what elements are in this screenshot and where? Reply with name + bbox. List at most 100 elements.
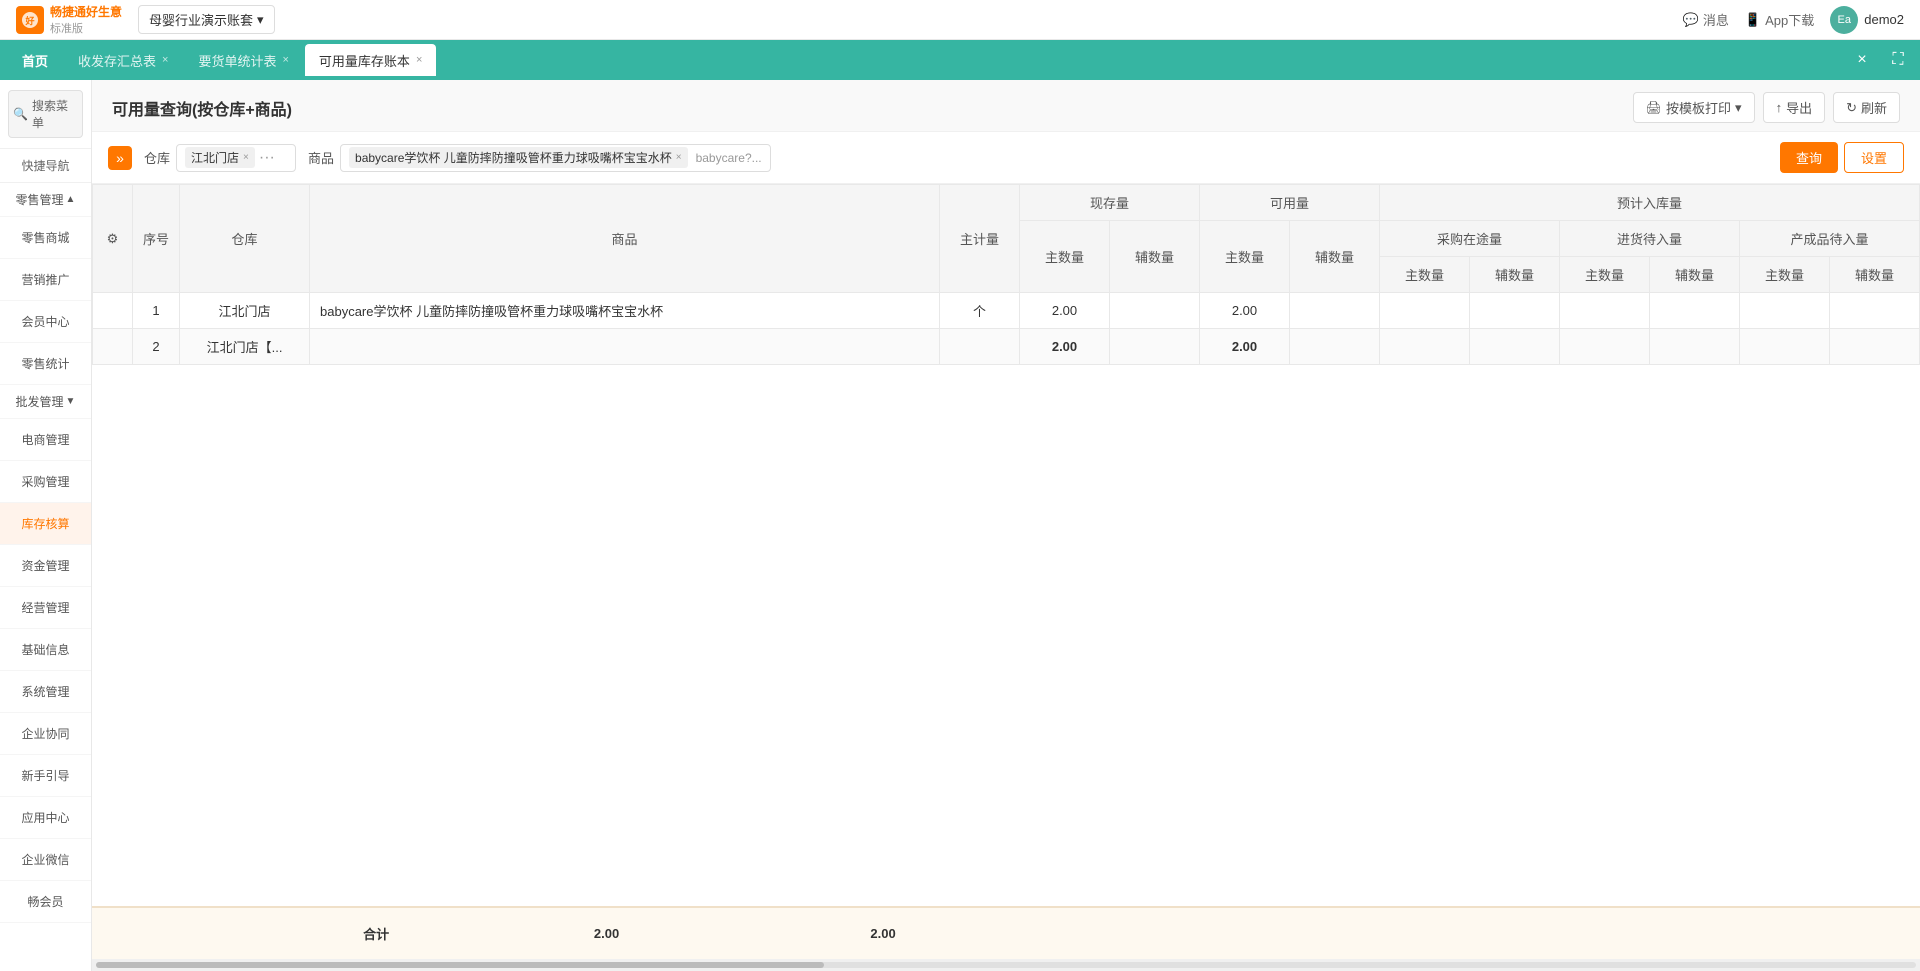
td-products-main-1: [1740, 293, 1830, 329]
page-container: 可用量查询(按仓库+商品) 🖨 按模板打印 ▾ ↑ 导出 ↻ 刷新: [92, 80, 1920, 971]
message-button[interactable]: 💬 消息: [1683, 10, 1729, 29]
close-window-button[interactable]: ×: [1848, 46, 1876, 74]
tab-available-close[interactable]: ×: [416, 54, 422, 66]
sidebar-item-retail-stats[interactable]: 零售统计: [0, 343, 91, 385]
sidebar-item-enterprise[interactable]: 企业协同: [0, 713, 91, 755]
footer-empty-1: [92, 916, 153, 951]
user-menu[interactable]: Ea demo2: [1830, 6, 1904, 34]
maximize-window-button[interactable]: ⛶: [1884, 46, 1912, 74]
tab-receive-send[interactable]: 收发存汇总表 ×: [64, 44, 182, 76]
th-settings[interactable]: ⚙: [93, 185, 133, 293]
filter-bar: » 仓库 江北门店 × ··· 商品: [92, 132, 1920, 184]
warehouse-input[interactable]: 江北门店 × ···: [176, 144, 296, 172]
main-layout: 🔍 搜索菜单 快捷导航 零售管理 ▲ 零售商城 营销推广 会员中心 零售统计 批…: [0, 80, 1920, 971]
td-available-main-1: 2.00: [1200, 293, 1290, 329]
sidebar-item-app-center[interactable]: 应用中心: [0, 797, 91, 839]
footer-available-main-total: 2.00: [814, 916, 952, 951]
td-incoming-main-1: [1560, 293, 1650, 329]
td-warehouse-2: 江北门店【...: [180, 329, 310, 365]
sidebar-item-wholesale-mgmt-label: 批发管理: [16, 393, 64, 410]
refresh-button[interactable]: ↻ 刷新: [1833, 92, 1900, 123]
th-product: 商品: [310, 185, 940, 293]
sidebar-item-wholesale-mgmt[interactable]: 批发管理 ▼: [0, 385, 91, 419]
sidebar-item-retail-mall-label: 零售商城: [21, 229, 69, 246]
th-products-aux: 辅数量: [1830, 257, 1920, 293]
top-bar-left: 好 畅捷通好生意 标准版 母婴行业演示账套 ▾: [16, 3, 275, 36]
sidebar-item-finance[interactable]: 资金管理: [0, 545, 91, 587]
td-purchase-main-1: [1380, 293, 1470, 329]
footer-current-main-total: 2.00: [537, 916, 675, 951]
print-template-button[interactable]: 🖨 按模板打印 ▾: [1633, 92, 1755, 123]
td-seq-2: 2: [133, 329, 180, 365]
scrollbar-thumb[interactable]: [96, 962, 824, 968]
sidebar-item-ecommerce[interactable]: 电商管理: [0, 419, 91, 461]
warehouse-tag-close[interactable]: ×: [243, 152, 249, 163]
sidebar-item-retail-mall[interactable]: 零售商城: [0, 217, 91, 259]
td-unit-1: 个: [940, 293, 1020, 329]
print-chevron-icon: ▾: [1735, 100, 1742, 116]
tab-demand[interactable]: 要货单统计表 ×: [184, 44, 302, 76]
avatar: Ea: [1830, 6, 1858, 34]
tab-demand-close[interactable]: ×: [282, 54, 288, 66]
product-tag-more: babycare?...: [696, 151, 762, 165]
td-products-main-2: [1740, 329, 1830, 365]
tab-receive-send-close[interactable]: ×: [162, 54, 168, 66]
sidebar-item-member[interactable]: 会员中心: [0, 301, 91, 343]
sidebar-item-vip[interactable]: 畅会员: [0, 881, 91, 923]
top-bar-right: 💬 消息 📱 App下载 Ea demo2: [1683, 6, 1904, 34]
sidebar-item-marketing[interactable]: 营销推广: [0, 259, 91, 301]
footer-empty-2: [153, 916, 214, 951]
td-purchase-main-2: [1380, 329, 1470, 365]
sidebar-item-base-info[interactable]: 基础信息: [0, 629, 91, 671]
th-available-main: 主数量: [1200, 221, 1290, 293]
sidebar-item-inventory[interactable]: 库存核算: [0, 503, 91, 545]
product-tag-1-close[interactable]: ×: [676, 152, 682, 163]
org-selector[interactable]: 母婴行业演示账套 ▾: [138, 5, 275, 34]
table-footer: 合计 2.00 2.00: [92, 906, 1920, 959]
sidebar-item-vip-label: 畅会员: [27, 893, 63, 910]
download-icon: 📱: [1745, 12, 1761, 28]
sidebar-item-retail-mgmt[interactable]: 零售管理 ▲: [0, 183, 91, 217]
query-button[interactable]: 查询: [1780, 142, 1838, 173]
horizontal-scrollbar[interactable]: [92, 959, 1920, 971]
export-button[interactable]: ↑ 导出: [1763, 92, 1826, 123]
app-download-button[interactable]: 📱 App下载: [1745, 10, 1814, 29]
inventory-table: ⚙ 序号 仓库 商品 主计量 现存量 可用量 预计入库量 主数量: [92, 184, 1920, 365]
td-available-aux-1: [1290, 293, 1380, 329]
warehouse-more-icon[interactable]: ···: [259, 149, 275, 167]
sidebar-item-quick-nav[interactable]: 快捷导航: [0, 149, 91, 183]
th-incoming: 进货待入量: [1560, 221, 1740, 257]
tab-available[interactable]: 可用量库存账本 ×: [305, 44, 436, 76]
warehouse-filter: 仓库 江北门店 × ···: [144, 144, 296, 172]
th-available-aux: 辅数量: [1290, 221, 1380, 293]
nav-window-controls: × ⛶: [1848, 46, 1912, 74]
sidebar-item-wecom[interactable]: 企业微信: [0, 839, 91, 881]
th-purchase-onway-main: 主数量: [1380, 257, 1470, 293]
tab-home[interactable]: 首页: [8, 44, 62, 76]
chevron-up-icon: ▲: [66, 194, 76, 205]
settings-button[interactable]: 设置: [1844, 142, 1904, 173]
sidebar: 🔍 搜索菜单 快捷导航 零售管理 ▲ 零售商城 营销推广 会员中心 零售统计 批…: [0, 80, 92, 971]
username-label: demo2: [1864, 12, 1904, 27]
search-icon: 🔍: [13, 107, 28, 121]
product-tag-1: babycare学饮杯 儿童防摔防撞吸管杯重力球吸嘴杯宝宝水杯 ×: [349, 147, 688, 168]
sidebar-item-app-center-label: 应用中心: [21, 809, 69, 826]
footer-available-aux-total: [952, 916, 1090, 951]
th-unit: 主计量: [940, 185, 1020, 293]
warehouse-label: 仓库: [144, 148, 170, 167]
search-menu-button[interactable]: 🔍 搜索菜单: [8, 90, 83, 138]
sidebar-item-enterprise-label: 企业协同: [21, 725, 69, 742]
warehouse-tag: 江北门店 ×: [185, 147, 255, 168]
logo-area: 好 畅捷通好生意 标准版: [16, 3, 122, 36]
product-input[interactable]: babycare学饮杯 儿童防摔防撞吸管杯重力球吸嘴杯宝宝水杯 × babyca…: [340, 144, 771, 172]
chevron-down-icon: ▼: [66, 396, 76, 407]
sidebar-item-purchase[interactable]: 采购管理: [0, 461, 91, 503]
sidebar-item-marketing-label: 营销推广: [21, 271, 69, 288]
sidebar-item-operations[interactable]: 经营管理: [0, 587, 91, 629]
sidebar-item-system[interactable]: 系统管理: [0, 671, 91, 713]
sidebar-search-area: 🔍 搜索菜单: [0, 80, 91, 149]
sidebar-item-newbie[interactable]: 新手引导: [0, 755, 91, 797]
filter-expand-button[interactable]: »: [108, 146, 132, 170]
refresh-icon: ↻: [1846, 100, 1857, 116]
td-products-aux-2: [1830, 329, 1920, 365]
